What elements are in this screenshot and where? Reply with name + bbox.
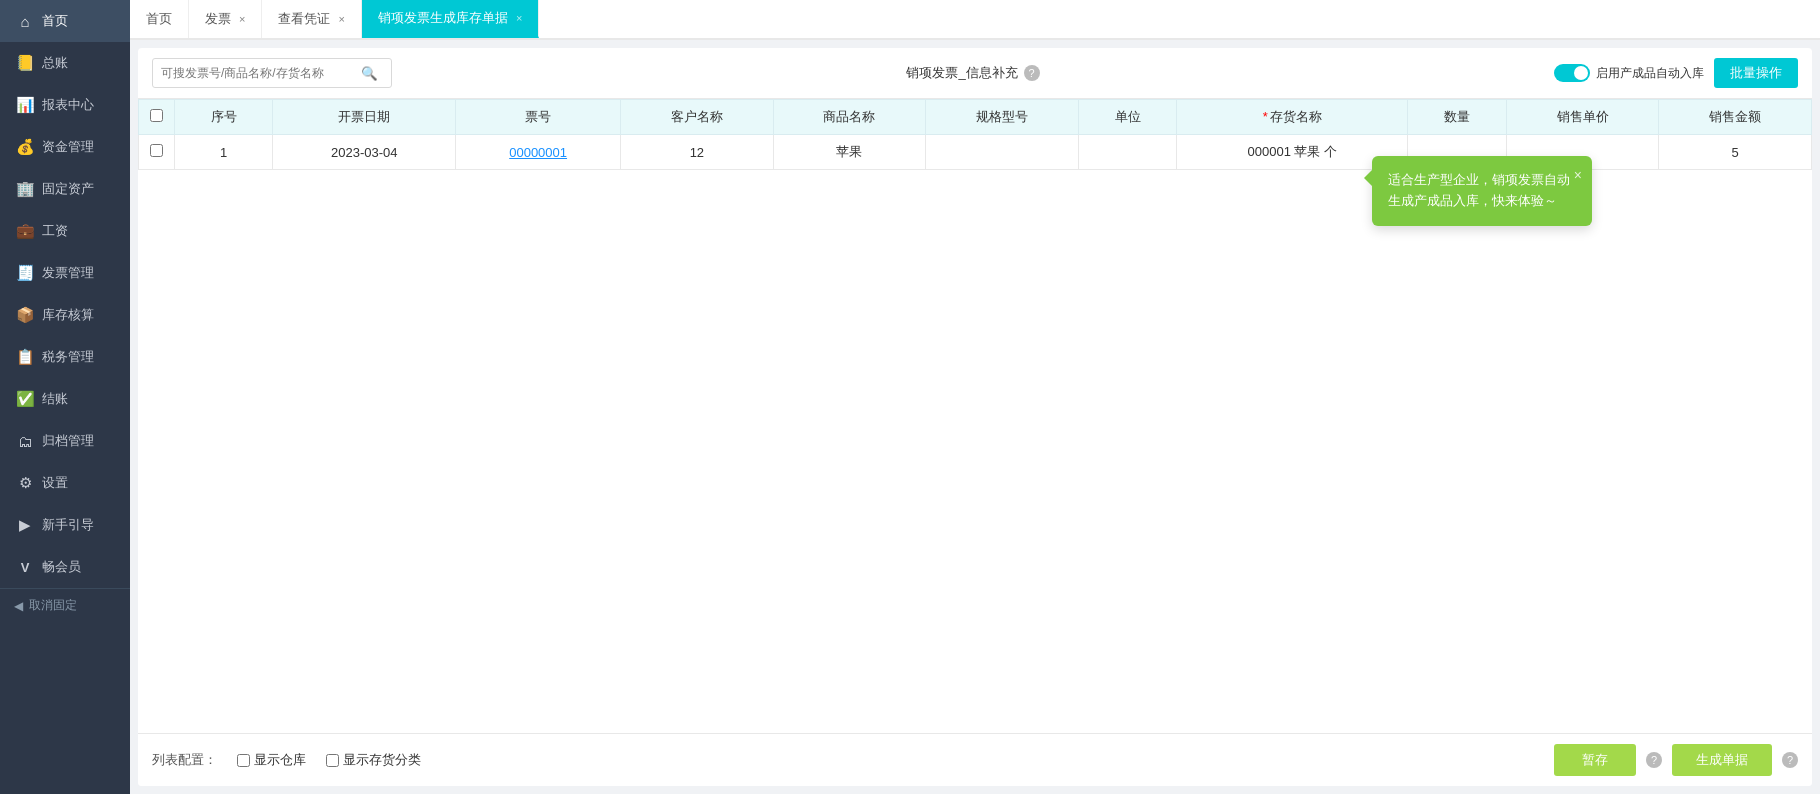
tab-voucher-close[interactable]: × (338, 13, 344, 25)
select-all-checkbox[interactable] (150, 109, 163, 122)
settlement-icon: ✅ (16, 390, 34, 408)
row-checkbox-cell (139, 135, 175, 170)
reports-icon: 📊 (16, 96, 34, 114)
row-number-link[interactable]: 00000001 (509, 145, 567, 160)
col-product: 商品名称 (773, 100, 926, 135)
sidebar-item-home[interactable]: ⌂ 首页 (0, 0, 130, 42)
tab-invoice-close[interactable]: × (239, 13, 245, 25)
cancel-fixed-btn[interactable]: ◀ 取消固定 (0, 588, 130, 622)
bottom-actions: 暂存 ? 生成单据 ? (1554, 744, 1798, 776)
sidebar-item-capital[interactable]: 💰 资金管理 (0, 126, 130, 168)
show-category-checkbox[interactable] (326, 754, 339, 767)
sidebar-item-vip[interactable]: V 畅会员 (0, 546, 130, 588)
search-button[interactable]: 🔍 (353, 66, 386, 81)
list-config-label: 列表配置： (152, 751, 217, 769)
col-qty: 数量 (1408, 100, 1506, 135)
main-area: 首页 发票 × 查看凭证 × 销项发票生成库存单据 × 🔍 销项发票_信息补充 … (130, 0, 1820, 794)
col-unit: 单位 (1078, 100, 1176, 135)
auto-warehouse-toggle[interactable] (1554, 64, 1590, 82)
sidebar-item-labor[interactable]: 💼 工资 (0, 210, 130, 252)
info-supplement-label: 销项发票_信息补充 (906, 64, 1017, 82)
sidebar-item-reports[interactable]: 📊 报表中心 (0, 84, 130, 126)
row-amount: 5 (1659, 135, 1812, 170)
sidebar-item-ledger[interactable]: 📒 总账 (0, 42, 130, 84)
archive-icon: 🗂 (16, 433, 34, 450)
tax-icon: 📋 (16, 348, 34, 366)
tab-bar: 首页 发票 × 查看凭证 × 销项发票生成库存单据 × (130, 0, 1820, 40)
search-input[interactable] (153, 66, 353, 80)
tab-active[interactable]: 销项发票生成库存单据 × (362, 0, 539, 38)
sidebar-item-archive[interactable]: 🗂 归档管理 (0, 420, 130, 462)
labor-icon: 💼 (16, 222, 34, 240)
col-price: 销售单价 (1506, 100, 1659, 135)
capital-icon: 💰 (16, 138, 34, 156)
sidebar-item-settings[interactable]: ⚙ 设置 (0, 462, 130, 504)
cancel-fixed-icon: ◀ (14, 599, 23, 613)
col-spec: 规格型号 (926, 100, 1079, 135)
show-category-label[interactable]: 显示存货分类 (326, 751, 421, 769)
tooltip-box: × 适合生产型企业，销项发票自动生成产成品入库，快来体验～ (1372, 156, 1592, 226)
toggle-switch: 启用产成品自动入库 (1554, 64, 1704, 82)
settings-icon: ⚙ (16, 474, 34, 492)
search-box[interactable]: 🔍 (152, 58, 392, 88)
bottom-bar: 列表配置： 显示仓库 显示存货分类 暂存 ? 生成单据 ? (138, 733, 1812, 786)
sidebar-item-inventory[interactable]: 📦 库存核算 (0, 294, 130, 336)
sidebar-item-settlement[interactable]: ✅ 结账 (0, 378, 130, 420)
invoice-icon: 🧾 (16, 264, 34, 282)
tab-active-close[interactable]: × (516, 12, 522, 24)
toolbar: 🔍 销项发票_信息补充 ? 启用产成品自动入库 批量操作 (138, 48, 1812, 99)
col-amount: 销售金额 (1659, 100, 1812, 135)
assets-icon: 🏢 (16, 180, 34, 198)
inventory-icon: 📦 (16, 306, 34, 324)
generate-help-icon[interactable]: ? (1782, 752, 1798, 768)
sidebar-item-tax[interactable]: 📋 税务管理 (0, 336, 130, 378)
row-unit (1078, 135, 1176, 170)
tab-home[interactable]: 首页 (130, 0, 189, 38)
ledger-icon: 📒 (16, 54, 34, 72)
sidebar-item-assets[interactable]: 🏢 固定资产 (0, 168, 130, 210)
row-product: 苹果 (773, 135, 926, 170)
row-number: 00000001 (456, 135, 621, 170)
info-help-icon[interactable]: ? (1024, 65, 1040, 81)
tooltip-close-btn[interactable]: × (1574, 164, 1582, 186)
row-checkbox[interactable] (150, 144, 163, 157)
batch-button[interactable]: 批量操作 (1714, 58, 1798, 88)
vip-icon: V (16, 560, 34, 575)
row-spec (926, 135, 1079, 170)
tab-invoice[interactable]: 发票 × (189, 0, 262, 38)
save-help-icon[interactable]: ? (1646, 752, 1662, 768)
row-seq: 1 (175, 135, 273, 170)
toolbar-middle: 销项发票_信息补充 ? (402, 64, 1544, 82)
toolbar-right: 启用产成品自动入库 批量操作 (1554, 58, 1798, 88)
table-header-row: 序号 开票日期 票号 客户名称 商品名称 规格型号 单位 *存货名称 数量 销售… (139, 100, 1812, 135)
col-checkbox (139, 100, 175, 135)
col-inventory: *存货名称 (1177, 100, 1408, 135)
row-customer: 12 (621, 135, 774, 170)
row-date: 2023-03-04 (273, 135, 456, 170)
col-number: 票号 (456, 100, 621, 135)
generate-button[interactable]: 生成单据 (1672, 744, 1772, 776)
col-seq: 序号 (175, 100, 273, 135)
toggle-label: 启用产成品自动入库 (1596, 65, 1704, 82)
tooltip-text: 适合生产型企业，销项发票自动生成产成品入库，快来体验～ (1388, 172, 1570, 208)
tab-voucher[interactable]: 查看凭证 × (262, 0, 361, 38)
sidebar: ⌂ 首页 📒 总账 📊 报表中心 💰 资金管理 🏢 固定资产 💼 工资 🧾 发票… (0, 0, 130, 794)
sidebar-item-invoice[interactable]: 🧾 发票管理 (0, 252, 130, 294)
show-warehouse-label[interactable]: 显示仓库 (237, 751, 306, 769)
sidebar-item-guide[interactable]: ▶ 新手引导 (0, 504, 130, 546)
guide-icon: ▶ (16, 516, 34, 534)
save-button[interactable]: 暂存 (1554, 744, 1636, 776)
home-icon: ⌂ (16, 13, 34, 30)
show-warehouse-checkbox[interactable] (237, 754, 250, 767)
col-date: 开票日期 (273, 100, 456, 135)
content-card: 🔍 销项发票_信息补充 ? 启用产成品自动入库 批量操作 (138, 48, 1812, 786)
col-customer: 客户名称 (621, 100, 774, 135)
